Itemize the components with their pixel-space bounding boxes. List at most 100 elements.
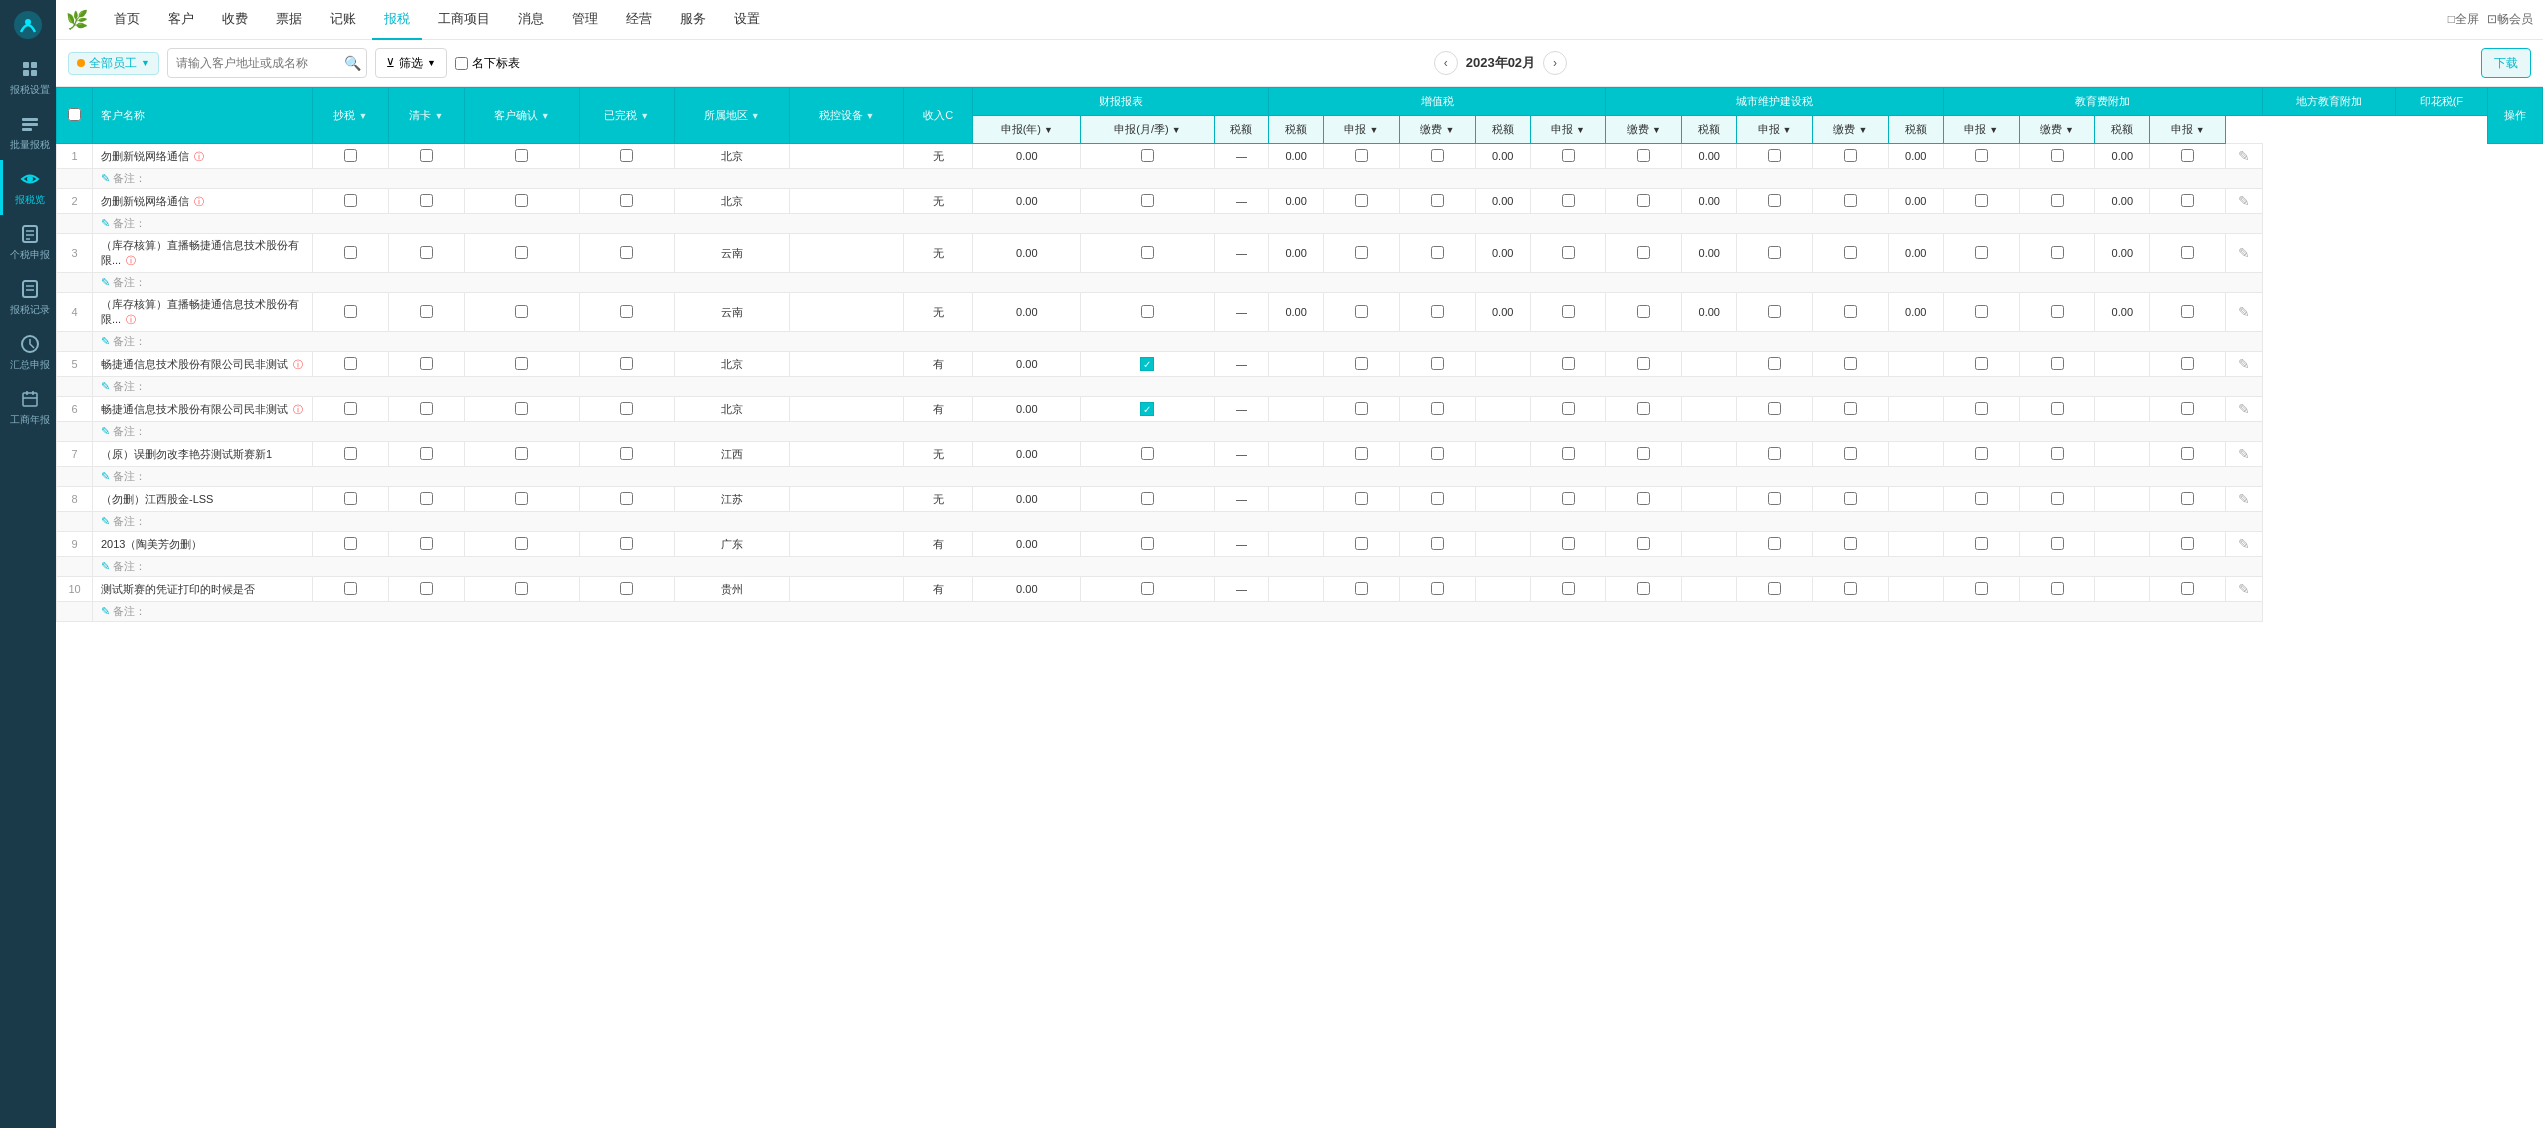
row-checkbox[interactable]	[1768, 149, 1781, 162]
row-checkbox[interactable]	[344, 402, 357, 415]
confirm-cell[interactable]	[464, 144, 579, 169]
row-checkbox[interactable]	[1844, 305, 1857, 318]
nav-shezhi[interactable]: 设置	[722, 0, 772, 40]
row-checkbox[interactable]	[344, 492, 357, 505]
sidebar-item-gongshang[interactable]: 工商年报	[0, 380, 56, 435]
qingka-cell[interactable]	[388, 442, 464, 467]
action-cell[interactable]: ✎	[2226, 189, 2263, 214]
jy-jiaofei-cell[interactable]	[1813, 577, 1889, 602]
qingka-cell[interactable]	[388, 352, 464, 377]
row-checkbox[interactable]	[1844, 582, 1857, 595]
zz-jiaofei-cell[interactable]	[1399, 234, 1475, 273]
row-checkbox[interactable]	[2051, 537, 2064, 550]
zz-jiaofei-cell[interactable]	[1399, 397, 1475, 422]
row-checkbox[interactable]	[2181, 194, 2194, 207]
jy-jiaofei-cell[interactable]	[1813, 532, 1889, 557]
sidebar-item-huizong[interactable]: 汇总申报	[0, 325, 56, 380]
qingka-cell[interactable]	[388, 577, 464, 602]
row-checkbox[interactable]	[344, 537, 357, 550]
row-checkbox[interactable]	[420, 447, 433, 460]
confirm-cell[interactable]	[464, 234, 579, 273]
df-jiaofei-cell[interactable]	[2019, 189, 2095, 214]
row-checkbox[interactable]	[1975, 194, 1988, 207]
row-checkbox[interactable]	[420, 537, 433, 550]
nav-home[interactable]: 首页	[102, 0, 152, 40]
zz-shenbao-cell[interactable]	[1324, 293, 1400, 332]
zz-jiaofei-cell[interactable]	[1399, 577, 1475, 602]
nav-jingying[interactable]: 经营	[614, 0, 664, 40]
row-checkbox[interactable]	[1768, 357, 1781, 370]
row-checkbox[interactable]	[420, 149, 433, 162]
jy-jiaofei-cell[interactable]	[1813, 487, 1889, 512]
jy-jiaofei-cell[interactable]	[1813, 234, 1889, 273]
row-checkbox[interactable]	[620, 357, 633, 370]
yh-shenbao-cell[interactable]	[2150, 487, 2226, 512]
row-checkbox[interactable]	[1768, 305, 1781, 318]
row-checkbox[interactable]	[1562, 194, 1575, 207]
jy-jiaofei-cell[interactable]	[1813, 397, 1889, 422]
cell-checkbox[interactable]	[1141, 305, 1154, 318]
col-device[interactable]: 税控设备 ▼	[789, 88, 904, 144]
row-checkbox[interactable]	[1431, 357, 1444, 370]
zz-jiaofei-cell[interactable]	[1399, 442, 1475, 467]
chaoshui-cell[interactable]	[313, 532, 389, 557]
row-checkbox[interactable]	[2051, 149, 2064, 162]
jy-shenbao-cell[interactable]	[1737, 144, 1813, 169]
row-checkbox[interactable]	[2051, 492, 2064, 505]
df-shenbao-cell[interactable]	[1943, 293, 2019, 332]
cs-jiaofei-cell[interactable]	[1606, 293, 1682, 332]
qingka-cell[interactable]	[388, 397, 464, 422]
jy-jiaofei-cell[interactable]	[1813, 144, 1889, 169]
row-checkbox[interactable]	[1844, 246, 1857, 259]
row-checkbox[interactable]	[1844, 402, 1857, 415]
df-jiaofei-cell[interactable]	[2019, 442, 2095, 467]
nav-guanli[interactable]: 管理	[560, 0, 610, 40]
zz-shenbao-cell[interactable]	[1324, 189, 1400, 214]
df-jiaofei-cell[interactable]	[2019, 144, 2095, 169]
qingka-cell[interactable]	[388, 189, 464, 214]
row-checkbox[interactable]	[1975, 402, 1988, 415]
row-checkbox[interactable]	[620, 447, 633, 460]
df-shenbao-cell[interactable]	[1943, 532, 2019, 557]
row-checkbox[interactable]	[420, 492, 433, 505]
row-checkbox[interactable]	[1355, 537, 1368, 550]
jy-shenbao-cell[interactable]	[1737, 293, 1813, 332]
remark-cell[interactable]: ✎ 备注：	[93, 273, 2263, 293]
sidebar-item-baoshui-shezhi[interactable]: 报税设置	[0, 50, 56, 105]
zz-shenbao-cell[interactable]	[1324, 397, 1400, 422]
row-checkbox[interactable]	[1431, 305, 1444, 318]
col-zz-jiaofei[interactable]: 缴费 ▼	[1399, 116, 1475, 144]
cs-jiaofei-cell[interactable]	[1606, 234, 1682, 273]
next-period-button[interactable]: ›	[1543, 51, 1567, 75]
caibao-year-cell[interactable]	[1081, 234, 1214, 273]
row-checkbox[interactable]	[2181, 582, 2194, 595]
zz-shenbao-cell[interactable]	[1324, 352, 1400, 377]
df-shenbao-cell[interactable]	[1943, 352, 2019, 377]
zz-jiaofei-cell[interactable]	[1399, 532, 1475, 557]
row-checkbox[interactable]	[620, 492, 633, 505]
row-checkbox[interactable]	[1355, 149, 1368, 162]
zz-shenbao-cell[interactable]	[1324, 442, 1400, 467]
row-checkbox[interactable]	[2051, 357, 2064, 370]
paid-cell[interactable]	[579, 234, 674, 273]
cell-checkbox[interactable]	[1141, 492, 1154, 505]
chaoshui-cell[interactable]	[313, 352, 389, 377]
fullscreen-btn[interactable]: □全屏	[2448, 11, 2479, 28]
row-checkbox[interactable]	[2181, 447, 2194, 460]
action-cell[interactable]: ✎	[2226, 577, 2263, 602]
row-checkbox[interactable]	[1975, 447, 1988, 460]
row-checkbox[interactable]	[620, 149, 633, 162]
jy-shenbao-cell[interactable]	[1737, 234, 1813, 273]
jy-jiaofei-cell[interactable]	[1813, 189, 1889, 214]
cell-checkbox[interactable]	[1141, 246, 1154, 259]
nav-jizhang[interactable]: 记账	[318, 0, 368, 40]
cs-shenbao-cell[interactable]	[1530, 144, 1606, 169]
edit-icon[interactable]: ✎	[2238, 536, 2250, 552]
row-checkbox[interactable]	[420, 582, 433, 595]
chaoshui-cell[interactable]	[313, 234, 389, 273]
row-checkbox[interactable]	[1562, 582, 1575, 595]
row-checkbox[interactable]	[1562, 537, 1575, 550]
row-checkbox[interactable]	[1975, 149, 1988, 162]
chaoshui-cell[interactable]	[313, 293, 389, 332]
col-name[interactable]: 客户名称	[93, 88, 313, 144]
